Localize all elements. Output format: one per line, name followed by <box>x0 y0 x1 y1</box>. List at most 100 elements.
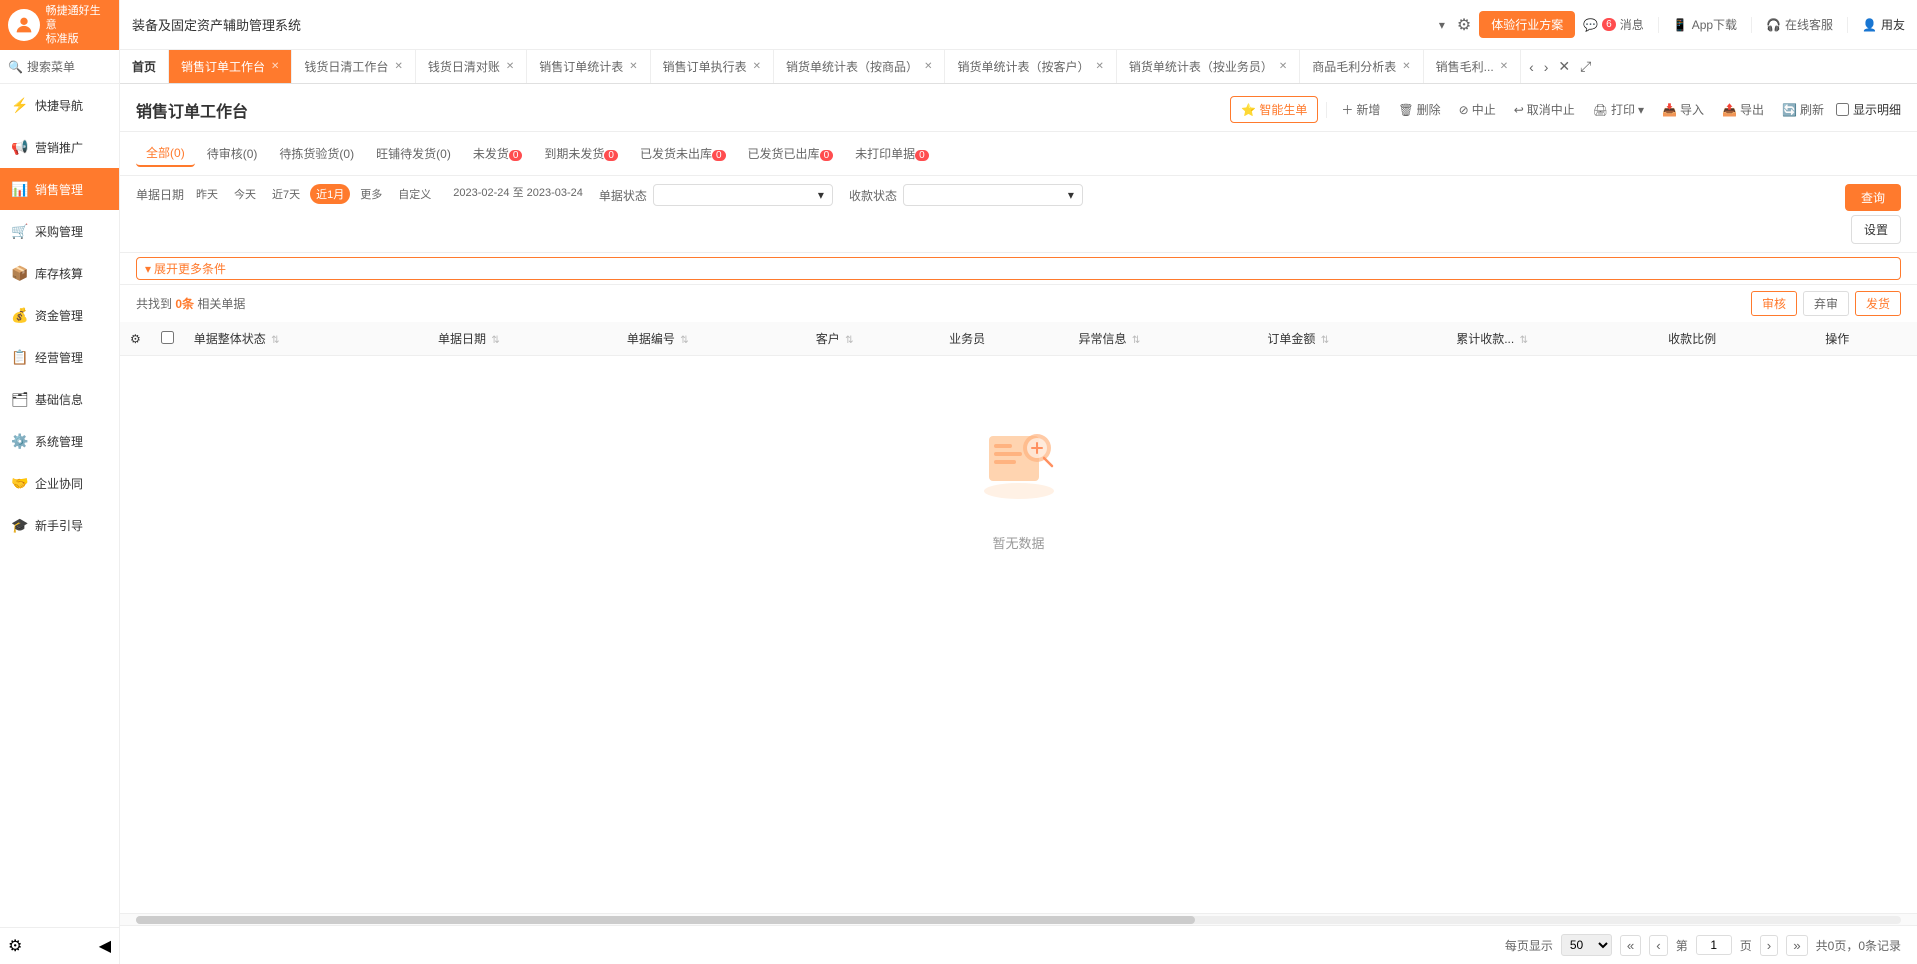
th-number[interactable]: 单据编号 ⇅ <box>617 322 806 356</box>
user-menu[interactable]: 👤 用友 <box>1862 16 1905 33</box>
tab-sales-customer-stat[interactable]: 销货单统计表（按客户） ✕ <box>945 50 1116 83</box>
tab-close-cash-reconcile[interactable]: ✕ <box>506 61 514 72</box>
query-button[interactable]: 查询 <box>1845 184 1901 211</box>
tab-sales-exec[interactable]: 销售订单执行表 ✕ <box>651 50 774 83</box>
topbar-dropdown-icon[interactable]: ▾ <box>1439 18 1445 32</box>
tab-nav-close-all[interactable]: ✕ <box>1554 54 1574 79</box>
subtab-not-printed[interactable]: 未打印单据0 <box>845 141 939 166</box>
topbar-settings-icon[interactable]: ⚙ <box>1457 15 1471 35</box>
import-button[interactable]: 📥 导入 <box>1656 97 1710 122</box>
tab-close-sales-order[interactable]: ✕ <box>271 61 279 72</box>
tab-sales-staff-stat[interactable]: 销货单统计表（按业务员） ✕ <box>1117 50 1300 83</box>
tab-cash-reconcile[interactable]: 钱货日清对账 ✕ <box>416 50 527 83</box>
sidebar-item-basic[interactable]: 🗂 基础信息 <box>0 378 119 420</box>
date-btn-1month[interactable]: 近1月 <box>310 184 350 204</box>
refresh-button[interactable]: 🔄 刷新 <box>1776 97 1830 122</box>
show-detail-label[interactable]: 显示明细 <box>1836 101 1901 118</box>
tab-close-sales-exec[interactable]: ✕ <box>753 61 761 72</box>
subtab-pending-review[interactable]: 待审核(0) <box>197 141 268 166</box>
sidebar-item-quick-nav[interactable]: ⚡ 快捷导航 <box>0 84 119 126</box>
last-page-button[interactable]: » <box>1786 935 1807 956</box>
status-select[interactable]: ▾ <box>653 184 833 206</box>
subtab-expired-not-shipped[interactable]: 到期未发货0 <box>534 141 628 166</box>
expand-conditions-button[interactable]: ▾ 展开更多条件 <box>136 257 1901 280</box>
th-amount[interactable]: 订单金额 ⇅ <box>1257 322 1446 356</box>
tab-cash-daily[interactable]: 钱货日清工作台 ✕ <box>292 50 415 83</box>
tab-gross-profit[interactable]: 商品毛利分析表 ✕ <box>1300 50 1423 83</box>
th-checkbox[interactable] <box>151 322 184 356</box>
tab-nav-left[interactable]: ‹ <box>1525 55 1538 79</box>
sidebar-search[interactable]: 🔍 搜索菜单 <box>0 50 119 84</box>
payment-select[interactable]: ▾ <box>903 184 1083 206</box>
tab-close-sales-stat[interactable]: ✕ <box>629 61 637 72</box>
sidebar-item-guide[interactable]: 🎓 新手引导 <box>0 504 119 546</box>
tab-close-staff-stat[interactable]: ✕ <box>1279 61 1287 72</box>
date-btn-more[interactable]: 更多 <box>354 184 388 204</box>
select-all-checkbox[interactable] <box>161 331 174 344</box>
page-size-select[interactable]: 50 100 200 <box>1561 934 1612 956</box>
collapse-icon[interactable]: ◀ <box>99 936 111 956</box>
tab-nav-expand[interactable]: ⤢ <box>1576 54 1595 79</box>
tab-sales-product-stat[interactable]: 销货单统计表（按商品） ✕ <box>774 50 945 83</box>
stop-button[interactable]: ⊘ 中止 <box>1453 97 1502 122</box>
scrollbar-thumb[interactable] <box>136 916 1195 924</box>
date-btn-7days[interactable]: 近7天 <box>266 184 306 204</box>
sidebar-item-marketing[interactable]: 📢 营销推广 <box>0 126 119 168</box>
ship-button[interactable]: 发货 <box>1855 291 1901 316</box>
subtab-not-shipped[interactable]: 未发货0 <box>463 141 533 166</box>
settings-icon[interactable]: ⚙ <box>8 936 22 956</box>
page-input[interactable] <box>1696 935 1732 955</box>
app-download-item[interactable]: 📱 App下载 <box>1673 16 1737 33</box>
tab-home[interactable]: 首页 <box>120 50 169 83</box>
subtabs: 全部(0) 待审核(0) 待拣货验货(0) 旺铺待发货(0) 未发货0 到期未发… <box>120 132 1917 176</box>
date-btn-yesterday[interactable]: 昨天 <box>190 184 224 204</box>
tab-nav-right[interactable]: › <box>1540 55 1553 79</box>
message-icon-item[interactable]: 💬 6 消息 <box>1583 16 1644 33</box>
tab-sales-more[interactable]: 销售毛利... ✕ <box>1424 50 1521 83</box>
cancel-audit-button[interactable]: 弃审 <box>1803 291 1849 316</box>
th-status[interactable]: 单据整体状态 ⇅ <box>184 322 428 356</box>
print-button[interactable]: 🖨 打印 ▾ <box>1587 97 1650 122</box>
th-settings[interactable]: ⚙ <box>120 322 151 356</box>
tab-close-sales-more[interactable]: ✕ <box>1500 61 1508 72</box>
th-collected[interactable]: 累计收款... ⇅ <box>1446 322 1658 356</box>
delete-button[interactable]: 🗑 删除 <box>1392 97 1446 122</box>
th-abnormal[interactable]: 异常信息 ⇅ <box>1069 322 1258 356</box>
sidebar-item-inventory[interactable]: 📦 库存核算 <box>0 252 119 294</box>
date-btn-custom[interactable]: 自定义 <box>392 184 437 204</box>
sidebar-item-sales[interactable]: 📊 销售管理 <box>0 168 119 210</box>
tab-sales-order-workbench[interactable]: 销售订单工作台 ✕ <box>169 50 292 83</box>
prev-page-button[interactable]: ‹ <box>1649 935 1667 956</box>
new-button[interactable]: ＋ 新增 <box>1335 97 1386 122</box>
set-button[interactable]: 设置 <box>1851 215 1901 244</box>
audit-button[interactable]: 审核 <box>1751 291 1797 316</box>
smart-order-button[interactable]: ⭐ 智能生单 <box>1230 96 1318 123</box>
th-customer[interactable]: 客户 ⇅ <box>806 322 939 356</box>
subtab-shipped-out[interactable]: 已发货已出库0 <box>738 141 844 166</box>
subtab-pending-inspect[interactable]: 待拣货验货(0) <box>269 141 364 166</box>
industry-solution-button[interactable]: 体验行业方案 <box>1479 11 1575 38</box>
subtab-wangpu-pending[interactable]: 旺铺待发货(0) <box>366 141 461 166</box>
online-service-item[interactable]: 🎧 在线客服 <box>1766 16 1833 33</box>
show-detail-checkbox[interactable] <box>1836 103 1849 116</box>
next-page-button[interactable]: › <box>1760 935 1778 956</box>
th-staff[interactable]: 业务员 <box>939 322 1068 356</box>
expand-filter-row: ▾ 展开更多条件 <box>120 253 1917 285</box>
export-button[interactable]: 📤 导出 <box>1716 97 1770 122</box>
tab-close-product-stat[interactable]: ✕ <box>924 61 932 72</box>
date-btn-today[interactable]: 今天 <box>228 184 262 204</box>
sidebar-item-finance[interactable]: 💰 资金管理 <box>0 294 119 336</box>
sidebar-item-purchase[interactable]: 🛒 采购管理 <box>0 210 119 252</box>
sidebar-item-system[interactable]: ⚙️ 系统管理 <box>0 420 119 462</box>
tab-close-cash-daily[interactable]: ✕ <box>394 61 402 72</box>
sidebar-item-enterprise[interactable]: 🤝 企业协同 <box>0 462 119 504</box>
sidebar-item-operations[interactable]: 📋 经营管理 <box>0 336 119 378</box>
first-page-button[interactable]: « <box>1620 935 1641 956</box>
subtab-shipped-not-out[interactable]: 已发货未出库0 <box>630 141 736 166</box>
th-date[interactable]: 单据日期 ⇅ <box>428 322 617 356</box>
tab-sales-stat[interactable]: 销售订单统计表 ✕ <box>527 50 650 83</box>
tab-close-gross-profit[interactable]: ✕ <box>1402 61 1410 72</box>
tab-close-customer-stat[interactable]: ✕ <box>1095 61 1103 72</box>
subtab-all[interactable]: 全部(0) <box>136 140 195 167</box>
cancel-stop-button[interactable]: ↩ 取消中止 <box>1508 97 1581 122</box>
